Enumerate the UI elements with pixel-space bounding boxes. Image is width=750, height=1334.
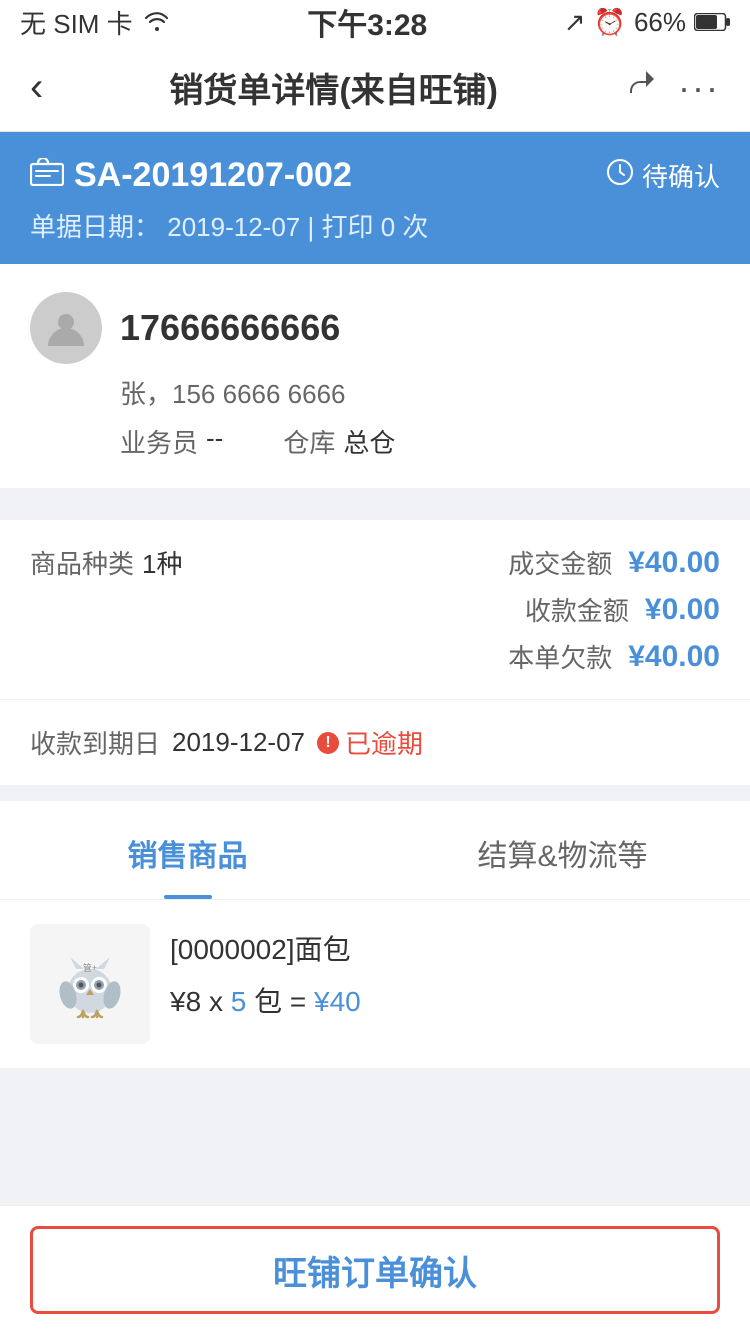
tab-sales-products[interactable]: 销售商品 — [0, 801, 375, 899]
more-icon[interactable]: ··· — [678, 67, 720, 109]
customer-row: 17666666666 — [30, 292, 720, 364]
product-name: [0000002]面包 — [170, 928, 720, 968]
status-badge: 待确认 — [606, 157, 720, 194]
clock-icon — [606, 158, 634, 193]
section-divider-1 — [0, 504, 750, 520]
product-thumbnail: 管+ — [30, 924, 150, 1044]
due-date-section: 收款到期日 2019-12-07 ! 已逾期 — [0, 700, 750, 785]
back-button[interactable]: ‹ — [30, 65, 43, 110]
product-section: 管+ [0000002]面包 ¥8 x 5 包 = ¥40 — [0, 900, 750, 1068]
order-id-text: SA-20191207-002 — [74, 156, 352, 195]
overdue-dot-icon: ! — [317, 732, 339, 754]
wifi-icon — [143, 7, 171, 38]
svg-text:管+: 管+ — [83, 962, 97, 973]
status-bar: 无 SIM 卡 下午3:28 ↗ ⏰ 66% — [0, 0, 750, 44]
overdue-text: 已逾期 — [345, 724, 423, 761]
header-card: SA-20191207-002 待确认 单据日期： 2019-12-07 | 打… — [0, 132, 750, 264]
owed-row: 本单欠款 ¥40.00 — [508, 638, 720, 675]
due-date-label: 收款到期日 — [30, 724, 160, 761]
owed-label: 本单欠款 — [508, 638, 612, 675]
product-thumb-inner: 管+ — [50, 949, 130, 1019]
nav-actions: ··· — [624, 67, 720, 109]
customer-phone: 17666666666 — [120, 307, 340, 349]
summary-right: 成交金额 ¥40.00 收款金额 ¥0.00 本单欠款 ¥40.00 — [508, 544, 720, 675]
battery-text: 66% — [634, 7, 686, 38]
status-text: 待确认 — [642, 157, 720, 194]
transaction-value: ¥40.00 — [628, 546, 720, 580]
warehouse-value: 总仓 — [343, 423, 395, 460]
order-icon — [30, 156, 64, 195]
status-left: 无 SIM 卡 — [20, 4, 171, 41]
customer-meta: 业务员 -- 仓库 总仓 — [120, 423, 720, 460]
header-date: 单据日期： 2019-12-07 | 打印 0 次 — [30, 207, 720, 244]
warehouse-item: 仓库 总仓 — [283, 423, 395, 460]
due-date-value: 2019-12-07 — [172, 727, 305, 758]
product-type-label: 商品种类 — [30, 544, 134, 581]
product-type-row: 商品种类 1种 — [30, 544, 182, 581]
status-right: ↗ ⏰ 66% — [564, 7, 730, 38]
alarm-icon: ⏰ — [594, 7, 626, 38]
payment-value: ¥0.00 — [645, 593, 720, 627]
section-divider-2 — [0, 785, 750, 801]
customer-name: 张，156 6666 6666 — [120, 374, 720, 411]
order-id: SA-20191207-002 — [30, 156, 352, 195]
status-time: 下午3:28 — [307, 0, 427, 44]
location-icon: ↗ — [564, 7, 586, 38]
salesperson-item: 业务员 -- — [120, 423, 223, 460]
product-item: 管+ [0000002]面包 ¥8 x 5 包 = ¥40 — [30, 924, 720, 1044]
page-title: 销货单详情(来自旺铺) — [169, 63, 498, 112]
nav-bar: ‹ 销货单详情(来自旺铺) ··· — [0, 44, 750, 132]
payment-label: 收款金额 — [525, 591, 629, 628]
summary-section: 商品种类 1种 成交金额 ¥40.00 收款金额 ¥0.00 本单欠款 ¥40.… — [0, 520, 750, 699]
no-sim-text: 无 SIM 卡 — [20, 4, 133, 41]
confirm-order-button[interactable]: 旺铺订单确认 — [30, 1226, 720, 1314]
product-type-value: 1种 — [142, 544, 182, 581]
product-price: ¥8 x 5 包 = ¥40 — [170, 980, 720, 1020]
payment-row: 收款金额 ¥0.00 — [525, 591, 720, 628]
share-icon[interactable] — [624, 67, 658, 109]
product-total: ¥40 — [314, 986, 361, 1017]
product-info: [0000002]面包 ¥8 x 5 包 = ¥40 — [170, 924, 720, 1020]
tabs-section: 销售商品 结算&物流等 — [0, 801, 750, 900]
warehouse-label: 仓库 — [283, 423, 335, 460]
tab-settlement-logistics[interactable]: 结算&物流等 — [375, 801, 750, 899]
transaction-label: 成交金额 — [508, 544, 612, 581]
owed-value: ¥40.00 — [628, 640, 720, 674]
bottom-bar: 旺铺订单确认 — [0, 1205, 750, 1334]
salesperson-label: 业务员 — [120, 423, 198, 460]
avatar — [30, 292, 102, 364]
tabs-row: 销售商品 结算&物流等 — [0, 801, 750, 900]
overdue-badge: ! 已逾期 — [317, 724, 423, 761]
battery-icon — [694, 7, 730, 38]
transaction-row: 成交金额 ¥40.00 — [508, 544, 720, 581]
summary-left: 商品种类 1种 — [30, 544, 182, 581]
salesperson-value: -- — [206, 423, 223, 460]
customer-section: 17666666666 张，156 6666 6666 业务员 -- 仓库 总仓 — [0, 264, 750, 488]
product-qty: 5 — [231, 986, 247, 1017]
